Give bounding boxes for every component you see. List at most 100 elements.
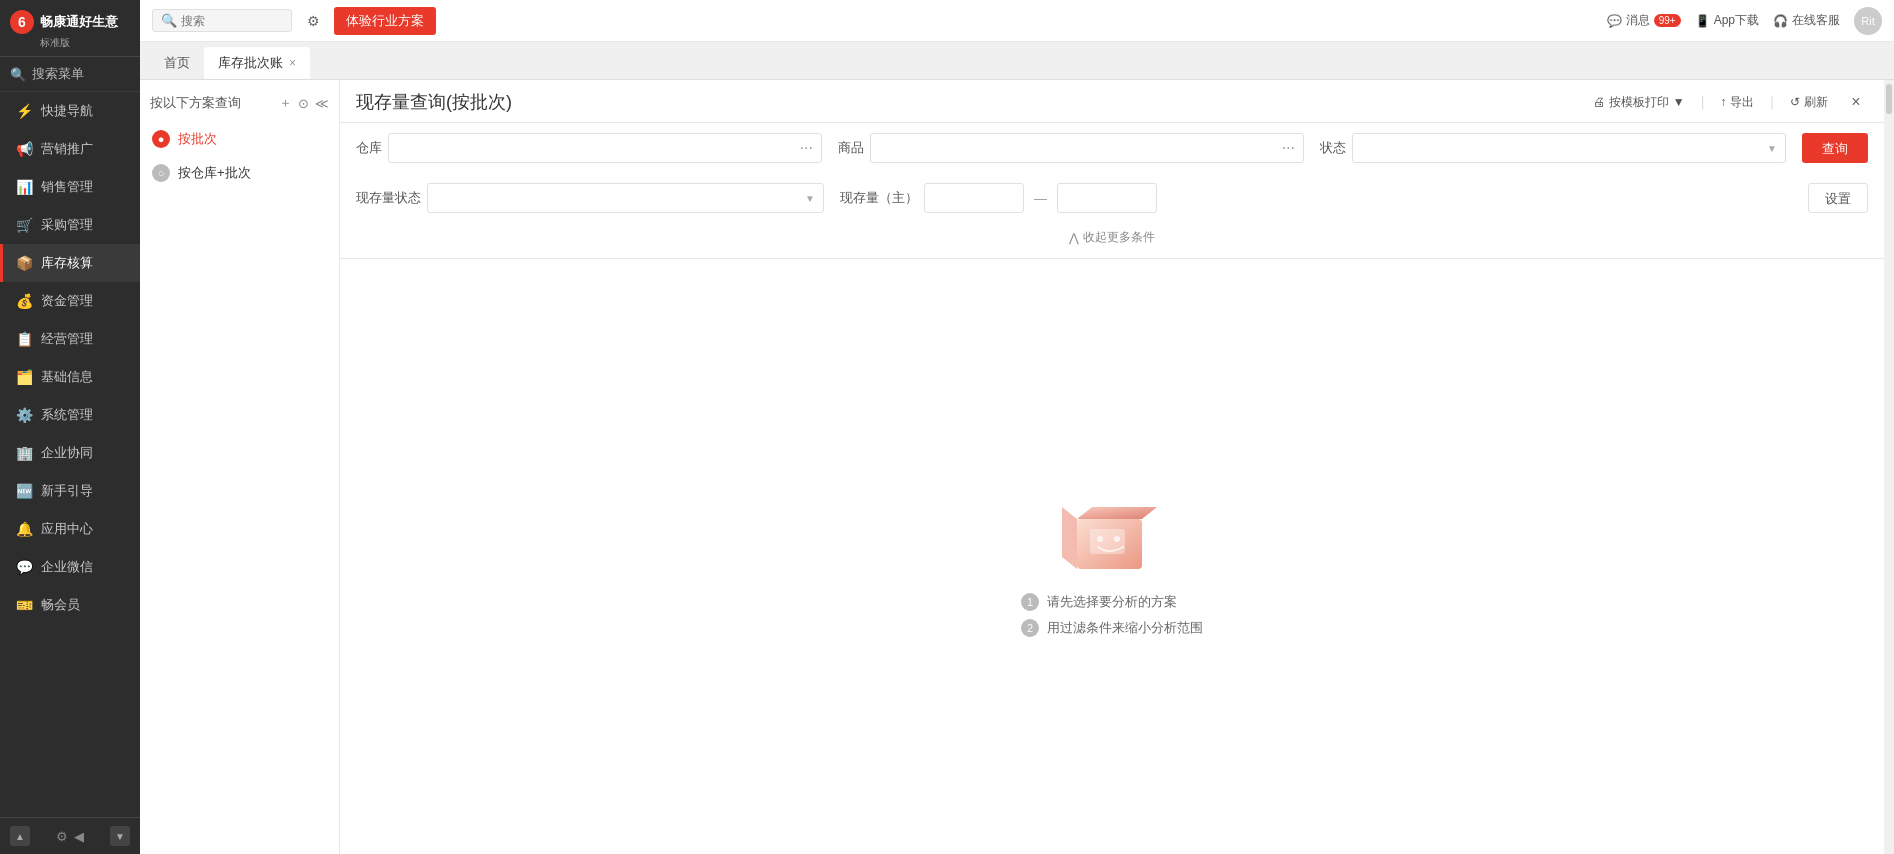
tip-num-1: 1 bbox=[1021, 593, 1039, 611]
wechat-label: 企业微信 bbox=[41, 558, 93, 576]
finance-label: 资金管理 bbox=[41, 292, 93, 310]
left-panel: 按以下方案查询 ＋ ⊙ ≪ ● 按批次 ○ 按仓库+批次 bbox=[140, 80, 340, 854]
warehouse-input[interactable]: ··· bbox=[388, 133, 822, 163]
sidebar-item-shortcuts[interactable]: ⚡ 快捷导航 bbox=[0, 92, 140, 130]
collapse-label: 收起更多条件 bbox=[1083, 229, 1155, 246]
empty-icon bbox=[1062, 477, 1162, 577]
footer-icons: ⚙ ◀ bbox=[56, 829, 84, 844]
sidebar-item-members[interactable]: 🎫 畅会员 bbox=[0, 586, 140, 624]
search-icon: 🔍 bbox=[10, 67, 26, 82]
scroll-up-btn[interactable]: ▲ bbox=[10, 826, 30, 846]
svg-point-5 bbox=[1114, 536, 1120, 542]
inventory-icon: 📦 bbox=[15, 254, 33, 272]
header-gear-btn[interactable]: ⚙ bbox=[300, 8, 326, 34]
messages-btn[interactable]: 💬 消息 99+ bbox=[1607, 12, 1681, 29]
members-label: 畅会员 bbox=[41, 596, 80, 614]
basic-icon: 🗂️ bbox=[15, 368, 33, 386]
add-plan-btn[interactable]: ＋ bbox=[279, 94, 292, 112]
operations-icon: 📋 bbox=[15, 330, 33, 348]
sidebar-item-operations[interactable]: 📋 经营管理 bbox=[0, 320, 140, 358]
header-right: 💬 消息 99+ 📱 App下载 🎧 在线客服 Rit bbox=[1607, 7, 1882, 35]
sidebar-footer: ▲ ⚙ ◀ ▼ bbox=[0, 817, 140, 854]
print-btn[interactable]: 🖨 按模板打印 ▼ bbox=[1587, 91, 1691, 114]
empty-tips: 1 请先选择要分析的方案 2 用过滤条件来缩小分析范围 bbox=[1021, 593, 1203, 637]
plan-label-warehouse: 按仓库+批次 bbox=[178, 164, 251, 182]
tip-text-2: 用过滤条件来缩小分析范围 bbox=[1047, 619, 1203, 637]
export-icon: ↑ bbox=[1720, 95, 1726, 109]
status-select[interactable]: ▼ bbox=[1352, 133, 1786, 163]
trial-btn[interactable]: 体验行业方案 bbox=[334, 7, 436, 35]
wechat-icon: 💬 bbox=[15, 558, 33, 576]
user-profile-btn[interactable]: Rit bbox=[1854, 7, 1882, 35]
right-scrollbar[interactable] bbox=[1884, 80, 1894, 854]
message-icon: 💬 bbox=[1607, 14, 1622, 28]
sidebar-item-system[interactable]: ⚙️ 系统管理 bbox=[0, 396, 140, 434]
scroll-down-btn[interactable]: ▼ bbox=[110, 826, 130, 846]
sidebar-item-basic[interactable]: 🗂️ 基础信息 bbox=[0, 358, 140, 396]
plan-item-batch[interactable]: ● 按批次 bbox=[140, 122, 339, 156]
svg-marker-2 bbox=[1062, 507, 1077, 569]
online-service-btn[interactable]: 🎧 在线客服 bbox=[1773, 12, 1840, 29]
print-dropdown-icon: ▼ bbox=[1673, 95, 1685, 109]
sidebar-item-enterprise[interactable]: 🏢 企业协同 bbox=[0, 434, 140, 472]
title-actions: 🖨 按模板打印 ▼ | ↑ 导出 | ↺ 刷新 × bbox=[1587, 90, 1868, 114]
tab-inventory-batch[interactable]: 库存批次账 × bbox=[204, 47, 310, 79]
page-content: 按以下方案查询 ＋ ⊙ ≪ ● 按批次 ○ 按仓库+批次 bbox=[140, 80, 1894, 854]
marketing-icon: 📢 bbox=[15, 140, 33, 158]
scroll-handle[interactable] bbox=[1886, 84, 1892, 114]
filter-group-warehouse: 仓库 ··· bbox=[356, 133, 822, 163]
tip-text-1: 请先选择要分析的方案 bbox=[1047, 593, 1177, 611]
product-label: 商品 bbox=[838, 139, 864, 157]
tab-close-btn[interactable]: × bbox=[289, 56, 296, 70]
divider2: | bbox=[1770, 94, 1774, 110]
collapse-btn[interactable]: ⋀ 收起更多条件 bbox=[356, 223, 1868, 248]
export-label: 导出 bbox=[1730, 94, 1754, 111]
export-btn[interactable]: ↑ 导出 bbox=[1714, 91, 1760, 114]
sidebar-item-marketing[interactable]: 📢 营销推广 bbox=[0, 130, 140, 168]
finance-icon: 💰 bbox=[15, 292, 33, 310]
qty-min-input[interactable] bbox=[924, 183, 1024, 213]
inv-status-select[interactable]: ▼ bbox=[427, 183, 824, 213]
sidebar-item-apps[interactable]: 🔔 应用中心 bbox=[0, 510, 140, 548]
product-input[interactable]: ··· bbox=[870, 133, 1304, 163]
inventory-label: 库存核算 bbox=[41, 254, 93, 272]
qty-label: 现存量（主） bbox=[840, 189, 918, 207]
close-right-panel-btn[interactable]: × bbox=[1844, 90, 1868, 114]
sidebar-item-sales[interactable]: 📊 销售管理 bbox=[0, 168, 140, 206]
print-icon: 🖨 bbox=[1593, 95, 1605, 109]
settings-footer-icon[interactable]: ⚙ bbox=[56, 829, 68, 844]
qty-max-input[interactable] bbox=[1057, 183, 1157, 213]
refresh-btn[interactable]: ↺ 刷新 bbox=[1784, 91, 1834, 114]
brand: 6 畅康通好生意 bbox=[10, 10, 130, 34]
collapse-panel-btn[interactable]: ≪ bbox=[315, 96, 329, 111]
settings-btn[interactable]: 设置 bbox=[1808, 183, 1868, 213]
query-btn[interactable]: 查询 bbox=[1802, 133, 1868, 163]
sidebar-item-guide[interactable]: 🆕 新手引导 bbox=[0, 472, 140, 510]
plan-item-warehouse-batch[interactable]: ○ 按仓库+批次 bbox=[140, 156, 339, 190]
header-search-box[interactable]: 🔍 bbox=[152, 9, 292, 32]
filter-group-product: 商品 ··· bbox=[838, 133, 1304, 163]
plan-list: ● 按批次 ○ 按仓库+批次 bbox=[140, 118, 339, 194]
header-search-input[interactable] bbox=[181, 14, 281, 28]
edition-label: 标准版 bbox=[10, 36, 130, 50]
inv-status-label: 现存量状态 bbox=[356, 189, 421, 207]
empty-illustration bbox=[1062, 477, 1162, 577]
tab-home[interactable]: 首页 bbox=[150, 47, 204, 79]
sidebar-item-purchase[interactable]: 🛒 采购管理 bbox=[0, 206, 140, 244]
plan-settings-btn[interactable]: ⊙ bbox=[298, 96, 309, 111]
filter-group-qty: 现存量（主） — bbox=[840, 183, 1308, 213]
page-title: 现存量查询(按批次) bbox=[356, 90, 512, 114]
members-icon: 🎫 bbox=[15, 596, 33, 614]
sidebar-item-wechat[interactable]: 💬 企业微信 bbox=[0, 548, 140, 586]
sidebar-item-finance[interactable]: 💰 资金管理 bbox=[0, 282, 140, 320]
shortcuts-icon: ⚡ bbox=[15, 102, 33, 120]
app-download-btn[interactable]: 📱 App下载 bbox=[1695, 12, 1759, 29]
user-avatar: Rit bbox=[1854, 7, 1882, 35]
phone-icon: 📱 bbox=[1695, 14, 1710, 28]
left-panel-icons: ＋ ⊙ ≪ bbox=[279, 94, 329, 112]
marketing-label: 营销推广 bbox=[41, 140, 93, 158]
sidebar-item-inventory[interactable]: 📦 库存核算 bbox=[0, 244, 140, 282]
search-menu-item[interactable]: 🔍 搜索菜单 bbox=[0, 57, 140, 92]
print-label: 按模板打印 bbox=[1609, 94, 1669, 111]
collapse-icon[interactable]: ◀ bbox=[74, 829, 84, 844]
